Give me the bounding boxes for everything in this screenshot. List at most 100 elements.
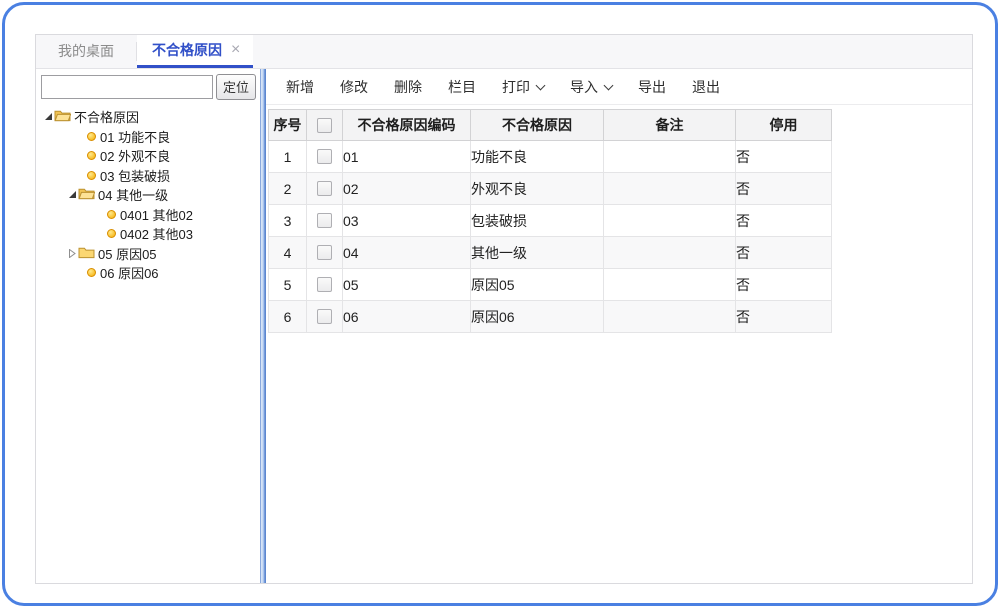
tree-expanded-icon[interactable]: [43, 112, 53, 121]
checkbox-icon[interactable]: [317, 309, 332, 324]
cell-disabled: 否: [736, 269, 832, 301]
folder-open-icon: [78, 186, 95, 203]
select-all-checkbox[interactable]: [307, 110, 343, 141]
cell-reason: 原因06: [471, 301, 604, 333]
tree-item-label: 04 其他一级: [98, 185, 168, 204]
app-window: 9628370 0622141 9628370 0622141 9628370 …: [2, 2, 998, 606]
cell-checkbox[interactable]: [307, 237, 343, 269]
toolbar-button-exit[interactable]: 退出: [692, 77, 720, 97]
toolbar-button-delete[interactable]: 删除: [394, 77, 422, 97]
cell-remark: [604, 173, 736, 205]
cell-code: 02: [343, 173, 471, 205]
tree-item-label: 03 包装破损: [100, 166, 170, 185]
tree-item-label: 05 原因05: [98, 244, 157, 263]
tree-search-input[interactable]: [41, 75, 213, 99]
toolbar-button-edit[interactable]: 修改: [340, 77, 368, 97]
cell-seq: 6: [269, 301, 307, 333]
table-row[interactable]: 505原因05否: [269, 269, 832, 301]
table-header-row: 序号不合格原因编码不合格原因备注停用: [269, 110, 832, 141]
checkbox-icon[interactable]: [317, 149, 332, 164]
toolbar-button-label: 修改: [340, 77, 368, 97]
toolbar: 新增 修改 删除 栏目 打印 导入 导出 退出: [266, 69, 972, 105]
tree-item[interactable]: 01 功能不良: [36, 127, 260, 147]
tree-collapsed-icon[interactable]: [67, 249, 77, 258]
cell-remark: [604, 301, 736, 333]
cell-remark: [604, 237, 736, 269]
content-panel: 新增修改删除栏目打印导入导出退出 序号不合格原因编码不合格原因备注停用101功能…: [266, 69, 972, 583]
main-area: 定位 不合格原因01 功能不良02 外观不良03 包装破损04 其他一级0401…: [36, 69, 972, 583]
cell-checkbox[interactable]: [307, 205, 343, 237]
checkbox-icon[interactable]: [317, 277, 332, 292]
cell-seq: 5: [269, 269, 307, 301]
cell-reason: 其他一级: [471, 237, 604, 269]
checkbox-icon[interactable]: [317, 213, 332, 228]
checkbox-icon[interactable]: [317, 245, 332, 260]
toolbar-button-print[interactable]: 打印: [502, 77, 544, 97]
toolbar-button-label: 栏目: [448, 77, 476, 97]
reason-table: 序号不合格原因编码不合格原因备注停用101功能不良否202外观不良否303包装破…: [268, 109, 832, 333]
chevron-down-icon: [604, 80, 614, 90]
tree-item-label: 不合格原因: [74, 107, 139, 126]
close-icon[interactable]: ×: [231, 42, 240, 58]
table-row[interactable]: 3 03包装破损 否: [269, 205, 832, 237]
bullet-icon: [87, 268, 96, 277]
cell-checkbox[interactable]: [307, 173, 343, 205]
toolbar-button-label: 退出: [692, 77, 720, 97]
toolbar-button-label: 删除: [394, 77, 422, 97]
table-row[interactable]: 101功能不良否: [269, 141, 832, 173]
cell-seq: 3: [269, 205, 307, 237]
checkbox-icon[interactable]: [317, 118, 332, 133]
bullet-icon: [87, 132, 96, 141]
tree-expanded-icon[interactable]: [67, 190, 77, 199]
tree-item[interactable]: 不合格原因: [36, 107, 260, 127]
cell-disabled: 否: [736, 173, 832, 205]
header-disabled: 停用: [736, 110, 832, 141]
header-seq: 序号: [269, 110, 307, 141]
toolbar-button-add[interactable]: 新增: [286, 77, 314, 97]
cell-seq: 4: [269, 237, 307, 269]
checkbox-icon[interactable]: [317, 181, 332, 196]
table-row[interactable]: 404其他一级否: [269, 237, 832, 269]
cell-remark: [604, 141, 736, 173]
cell-checkbox[interactable]: [307, 141, 343, 173]
cell-remark: [604, 269, 736, 301]
bullet-icon: [107, 210, 116, 219]
toolbar-button-export[interactable]: 导出: [638, 77, 666, 97]
tree-item[interactable]: 06 原因06: [36, 263, 260, 283]
table-row[interactable]: 202外观不良否: [269, 173, 832, 205]
cell-code: 01: [343, 141, 471, 173]
tree-item[interactable]: 05 原因05: [36, 244, 260, 264]
toolbar-button-import[interactable]: 导入: [570, 77, 612, 97]
header-code: 不合格原因编码: [343, 110, 471, 141]
folder-closed-icon: [78, 245, 95, 262]
table-row[interactable]: 6 06原因06 否: [269, 301, 832, 333]
tab-my-desktop[interactable]: 我的桌面: [36, 35, 136, 68]
cell-checkbox[interactable]: [307, 301, 343, 333]
tree-item[interactable]: 02 外观不良: [36, 146, 260, 166]
toolbar-button-label: 打印: [502, 77, 530, 97]
cell-code: 05: [343, 269, 471, 301]
cell-reason: 外观不良: [471, 173, 604, 205]
cell-code: 03: [343, 205, 471, 237]
tab-reject-reason[interactable]: 不合格原因 ×: [137, 35, 253, 68]
cell-checkbox[interactable]: [307, 269, 343, 301]
table-area: 序号不合格原因编码不合格原因备注停用101功能不良否202外观不良否303包装破…: [266, 105, 972, 583]
tree-item[interactable]: 03 包装破损: [36, 166, 260, 186]
tree-item-label: 0401 其他02: [120, 205, 193, 224]
header-reason: 不合格原因: [471, 110, 604, 141]
cell-code: 06: [343, 301, 471, 333]
tab-label: 不合格原因: [152, 40, 222, 60]
tree-search-row: 定位: [36, 69, 260, 104]
cell-disabled: 否: [736, 301, 832, 333]
cell-seq: 1: [269, 141, 307, 173]
tree-item[interactable]: 04 其他一级: [36, 185, 260, 205]
main-panel: 我的桌面 不合格原因 × 定位 不合格原因01 功能不良02 外观不良03 包装…: [35, 34, 973, 584]
toolbar-button-columns[interactable]: 栏目: [448, 77, 476, 97]
tree-item[interactable]: 0401 其他02: [36, 205, 260, 225]
folder-open-icon: [54, 108, 71, 125]
tree-item[interactable]: 0402 其他03: [36, 224, 260, 244]
cell-disabled: 否: [736, 205, 832, 237]
tree-item-label: 02 外观不良: [100, 146, 170, 165]
locate-button[interactable]: 定位: [216, 74, 256, 100]
cell-reason: 包装破损: [471, 205, 604, 237]
